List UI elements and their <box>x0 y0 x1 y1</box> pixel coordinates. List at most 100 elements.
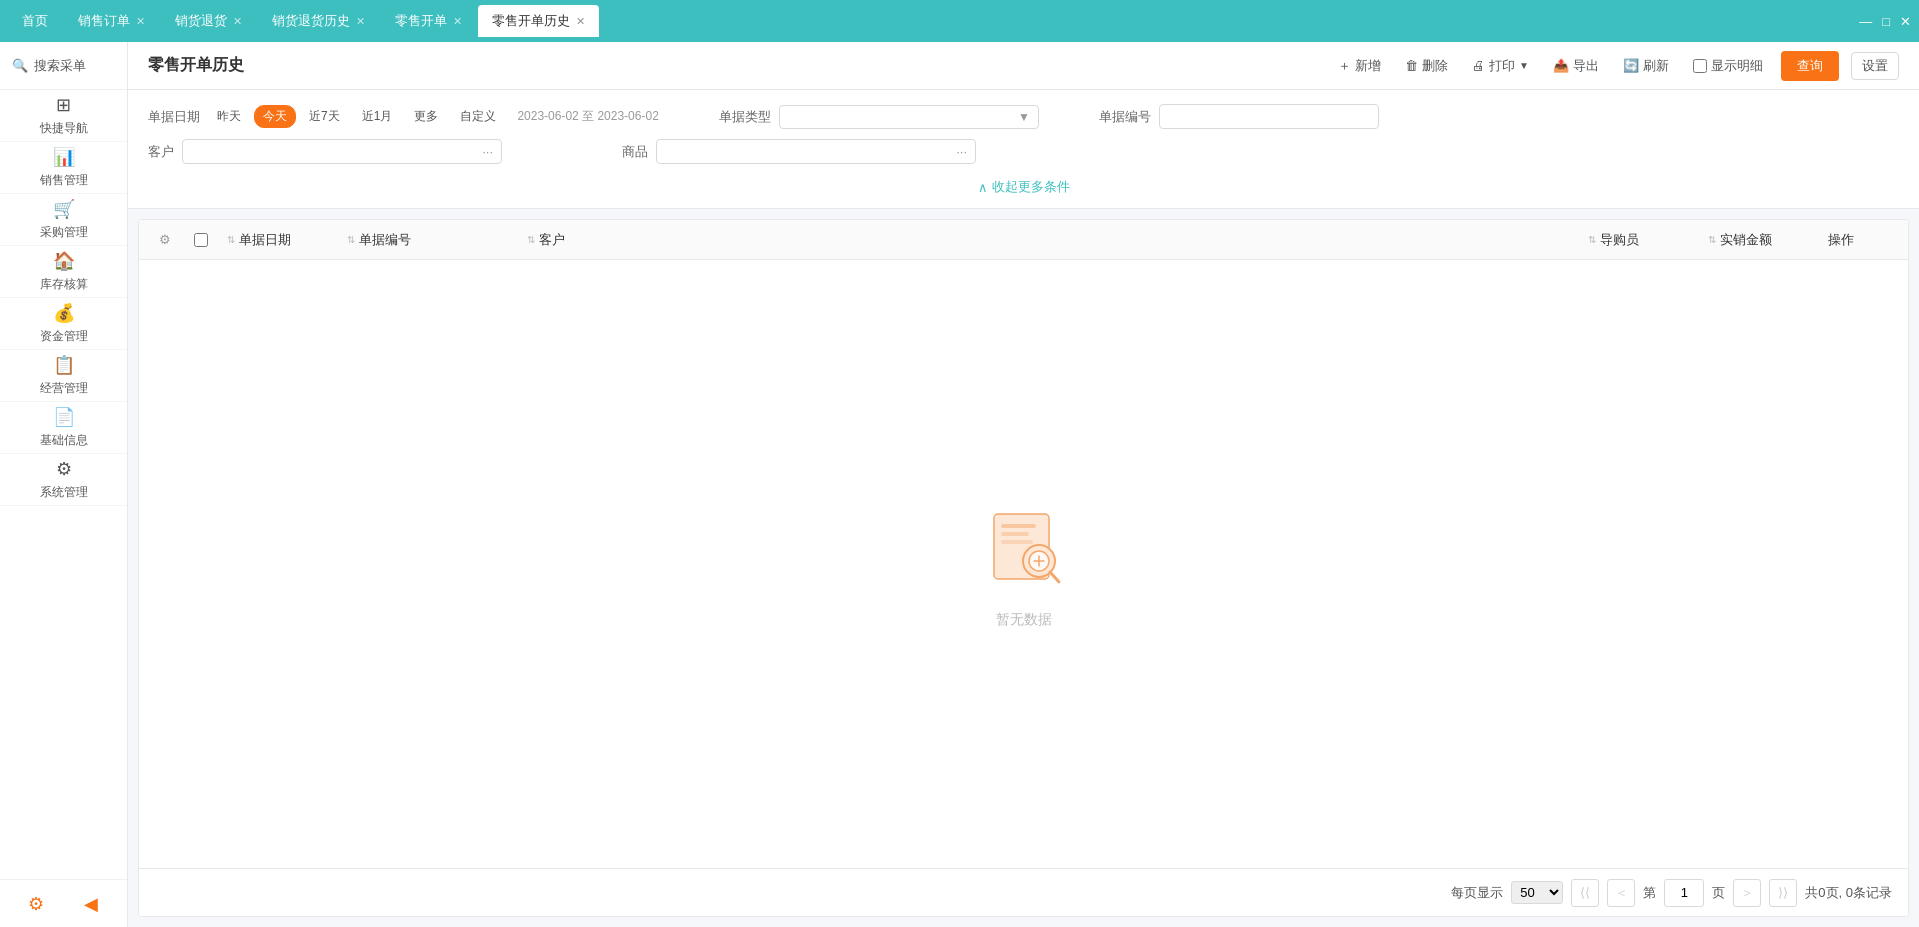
tab-retail-history-close[interactable]: ✕ <box>576 15 585 28</box>
date-btn-last7[interactable]: 近7天 <box>300 105 349 128</box>
settings-label: 设置 <box>1862 57 1888 75</box>
close-btn[interactable]: ✕ <box>1900 14 1911 29</box>
sidebar-item-purchase-mgmt[interactable]: 🛒 采购管理 <box>0 194 127 246</box>
empty-illustration <box>974 499 1074 599</box>
sidebar-item-ops-mgmt[interactable]: 📋 经营管理 <box>0 350 127 402</box>
print-arrow-icon: ▼ <box>1519 60 1529 71</box>
date-btn-more[interactable]: 更多 <box>405 105 447 128</box>
customer-text-input[interactable] <box>191 144 482 159</box>
date-btn-custom[interactable]: 自定义 <box>451 105 505 128</box>
tab-sales-return[interactable]: 销货退货 ✕ <box>161 5 256 37</box>
table-settings-btn[interactable]: ⚙ <box>147 232 183 247</box>
query-label: 查询 <box>1797 57 1823 75</box>
first-page-btn[interactable]: ⟨⟨ <box>1571 879 1599 907</box>
tab-sales-return-label: 销货退货 <box>175 12 227 30</box>
maximize-btn[interactable]: □ <box>1882 14 1890 29</box>
tab-retail-history[interactable]: 零售开单历史 ✕ <box>478 5 599 37</box>
tab-retail-open[interactable]: 零售开单 ✕ <box>381 5 476 37</box>
doc-num-input[interactable] <box>1159 104 1379 129</box>
date-btn-yesterday[interactable]: 昨天 <box>208 105 250 128</box>
sidebar-item-inventory[interactable]: 🏠 库存核算 <box>0 246 127 298</box>
sidebar-item-quick-nav[interactable]: ⊞ 快捷导航 <box>0 90 127 142</box>
tab-sales-order[interactable]: 销售订单 ✕ <box>64 5 159 37</box>
th-amount[interactable]: ⇅ 实销金额 <box>1700 231 1820 249</box>
th-date-sort-icon: ⇅ <box>227 234 235 245</box>
next-page-btn[interactable]: ＞ <box>1733 879 1761 907</box>
date-range-display: 2023-06-02 至 2023-06-02 <box>517 108 658 125</box>
goods-dots-icon: ··· <box>956 144 967 159</box>
print-button[interactable]: 🖨 打印 ▼ <box>1466 53 1535 79</box>
th-customer[interactable]: ⇅ 客户 <box>519 231 1580 249</box>
inventory-icon: 🏠 <box>53 250 75 272</box>
show-detail-checkbox[interactable] <box>1693 59 1707 73</box>
select-all-checkbox[interactable] <box>194 233 208 247</box>
svg-rect-3 <box>1001 540 1033 544</box>
sidebar-item-sys-mgmt[interactable]: ⚙ 系统管理 <box>0 454 127 506</box>
th-num[interactable]: ⇅ 单据编号 <box>339 231 519 249</box>
print-label: 打印 <box>1489 57 1515 75</box>
delete-button[interactable]: 🗑 删除 <box>1399 53 1454 79</box>
delete-label: 删除 <box>1422 57 1448 75</box>
sidebar-item-sales-mgmt-label: 销售管理 <box>40 172 88 189</box>
doc-type-select[interactable]: ▼ <box>779 105 1039 129</box>
tab-sales-order-close[interactable]: ✕ <box>136 15 145 28</box>
tab-sales-return-history-label: 销货退货历史 <box>272 12 350 30</box>
show-detail-checkbox-area[interactable]: 显示明细 <box>1687 53 1769 79</box>
goods-input[interactable]: ··· <box>656 139 976 164</box>
filter-date: 单据日期 昨天 今天 近7天 近1月 更多 自定义 2023-06-02 至 2… <box>148 105 659 128</box>
page-number-input[interactable] <box>1664 879 1704 907</box>
content-area: 零售开单历史 ＋ 新增 🗑 删除 🖨 打印 ▼ 📤 导出 <box>128 42 1919 927</box>
goods-text-input[interactable] <box>665 144 956 159</box>
per-page-label: 每页显示 <box>1451 884 1503 902</box>
th-ops: 操作 <box>1820 231 1900 249</box>
table-select-all[interactable] <box>183 233 219 247</box>
page-header: 零售开单历史 ＋ 新增 🗑 删除 🖨 打印 ▼ 📤 导出 <box>128 42 1919 90</box>
refresh-icon: 🔄 <box>1623 58 1639 73</box>
tab-sales-return-close[interactable]: ✕ <box>233 15 242 28</box>
sidebar-search[interactable]: 🔍 搜索采单 <box>0 42 127 90</box>
sidebar-bottom: ⚙ ◀ <box>0 879 127 927</box>
add-button[interactable]: ＋ 新增 <box>1332 53 1387 79</box>
filter-goods-label: 商品 <box>622 143 648 161</box>
th-salesperson-sort-icon: ⇅ <box>1588 234 1596 245</box>
th-amount-label: 实销金额 <box>1720 231 1772 249</box>
tab-home[interactable]: 首页 <box>8 5 62 37</box>
total-count-text: 共0页, 0条记录 <box>1805 884 1892 902</box>
per-page-select[interactable]: 50 10 20 100 <box>1511 881 1563 904</box>
sidebar-item-sales-mgmt[interactable]: 📊 销售管理 <box>0 142 127 194</box>
export-label: 导出 <box>1573 57 1599 75</box>
settings-button[interactable]: 设置 <box>1851 52 1899 80</box>
th-salesperson[interactable]: ⇅ 导购员 <box>1580 231 1700 249</box>
date-btn-today[interactable]: 今天 <box>254 105 296 128</box>
basic-info-icon: 📄 <box>53 406 75 428</box>
refresh-label: 刷新 <box>1643 57 1669 75</box>
collapse-sidebar-btn[interactable]: ◀ <box>75 888 107 920</box>
th-date[interactable]: ⇅ 单据日期 <box>219 231 339 249</box>
tab-retail-open-close[interactable]: ✕ <box>453 15 462 28</box>
filter-customer: 客户 ··· <box>148 139 502 164</box>
last-page-btn[interactable]: ⟩⟩ <box>1769 879 1797 907</box>
customer-input[interactable]: ··· <box>182 139 502 164</box>
export-button[interactable]: 📤 导出 <box>1547 53 1605 79</box>
settings-bottom-btn[interactable]: ⚙ <box>20 888 52 920</box>
th-customer-label: 客户 <box>539 231 565 249</box>
table-header: ⚙ ⇅ 单据日期 ⇅ 单据编号 ⇅ 客户 ⇅ 导购员 <box>139 220 1908 260</box>
refresh-button[interactable]: 🔄 刷新 <box>1617 53 1675 79</box>
collapse-filter-btn[interactable]: ∧ 收起更多条件 <box>978 174 1070 200</box>
th-num-sort-icon: ⇅ <box>347 234 355 245</box>
collapse-label: 收起更多条件 <box>992 178 1070 196</box>
prev-page-btn[interactable]: ＜ <box>1607 879 1635 907</box>
toolbar: ＋ 新增 🗑 删除 🖨 打印 ▼ 📤 导出 🔄 <box>1332 51 1899 81</box>
export-icon: 📤 <box>1553 58 1569 73</box>
sidebar-item-finance[interactable]: 💰 资金管理 <box>0 298 127 350</box>
date-btn-last-month[interactable]: 近1月 <box>353 105 402 128</box>
query-button[interactable]: 查询 <box>1781 51 1839 81</box>
sidebar-search-label: 搜索采单 <box>34 57 86 75</box>
doc-num-text-input[interactable] <box>1168 109 1370 124</box>
minimize-btn[interactable]: — <box>1859 14 1872 29</box>
filter-doc-type-label: 单据类型 <box>719 108 771 126</box>
tab-sales-return-history-close[interactable]: ✕ <box>356 15 365 28</box>
th-ops-label: 操作 <box>1828 231 1854 249</box>
sidebar-item-basic-info[interactable]: 📄 基础信息 <box>0 402 127 454</box>
tab-sales-return-history[interactable]: 销货退货历史 ✕ <box>258 5 379 37</box>
